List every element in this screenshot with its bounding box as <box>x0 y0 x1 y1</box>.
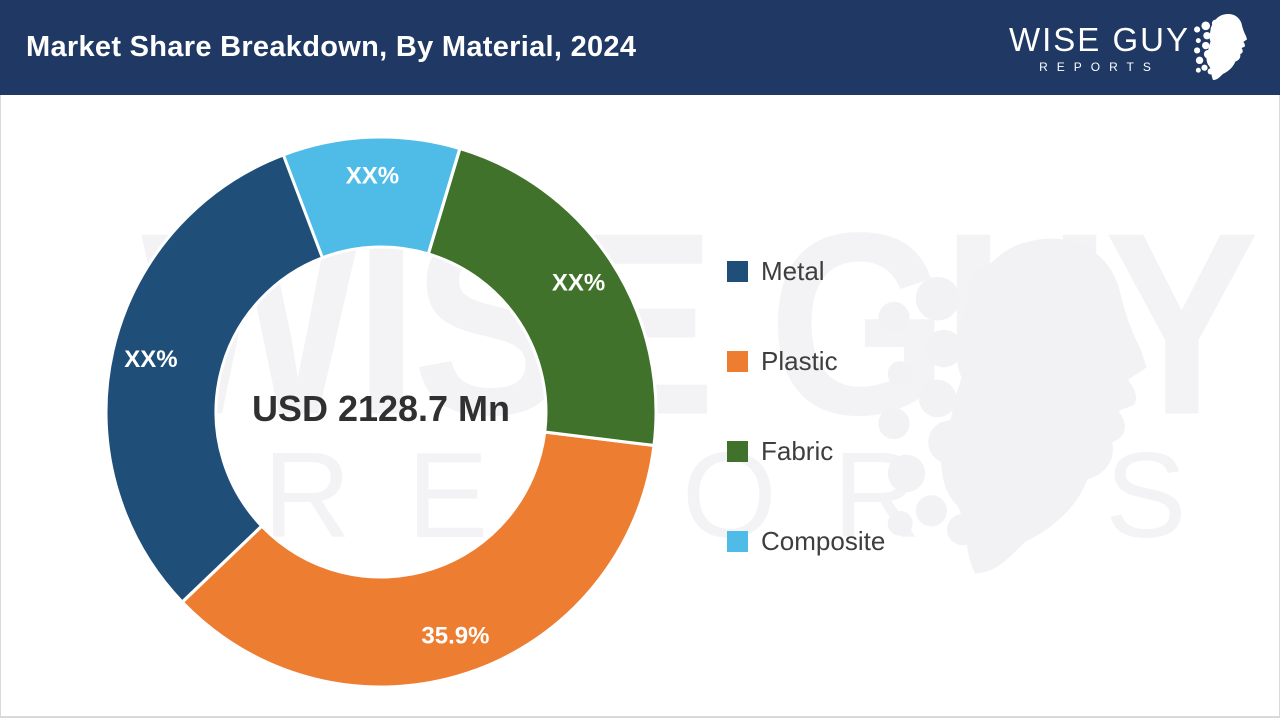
legend-item-fabric: Fabric <box>727 427 885 475</box>
legend-label-composite: Composite <box>761 525 886 556</box>
legend-label-fabric: Fabric <box>761 435 834 466</box>
brand-name: WISE GUY <box>1008 20 1190 58</box>
segment-label-plastic: 35.9% <box>421 622 489 649</box>
report-image: Market Share Breakdown, By Material, 202… <box>0 0 1280 720</box>
brand-logo: WISE GUY REPORTS <box>1009 11 1254 85</box>
brand-logo-text: WISE GUY REPORTS <box>1009 23 1190 73</box>
legend-item-plastic: Plastic <box>727 337 885 385</box>
donut-segment-metal <box>104 153 325 604</box>
watermark-head-profile-icon <box>878 238 1147 574</box>
segment-label-fabric: XX% <box>552 269 605 296</box>
head-profile-icon <box>1194 13 1248 80</box>
legend-swatch-metal <box>727 260 748 282</box>
segment-label-metal: XX% <box>124 346 177 373</box>
chart-legend: Metal Plastic Fabric Composite <box>727 247 885 565</box>
donut-segment-plastic <box>180 430 656 689</box>
legend-item-composite: Composite <box>727 517 885 565</box>
chart-center-value: USD 2128.7 Mn <box>251 388 511 429</box>
legend-swatch-plastic <box>727 350 748 372</box>
legend-label-metal: Metal <box>761 255 825 286</box>
page-title: Market Share Breakdown, By Material, 202… <box>26 31 637 63</box>
legend-label-plastic: Plastic <box>761 345 838 376</box>
legend-swatch-composite <box>727 530 748 552</box>
legend-item-metal: Metal <box>727 247 885 295</box>
chart-area: WISE GUY REPORTS XX% 35.9% XX% XX% USD 2128… <box>0 95 1280 718</box>
segment-label-composite: XX% <box>346 163 399 190</box>
brand-subname: REPORTS <box>1039 59 1160 74</box>
header-bar: Market Share Breakdown, By Material, 202… <box>0 0 1280 95</box>
legend-swatch-fabric <box>727 440 748 462</box>
